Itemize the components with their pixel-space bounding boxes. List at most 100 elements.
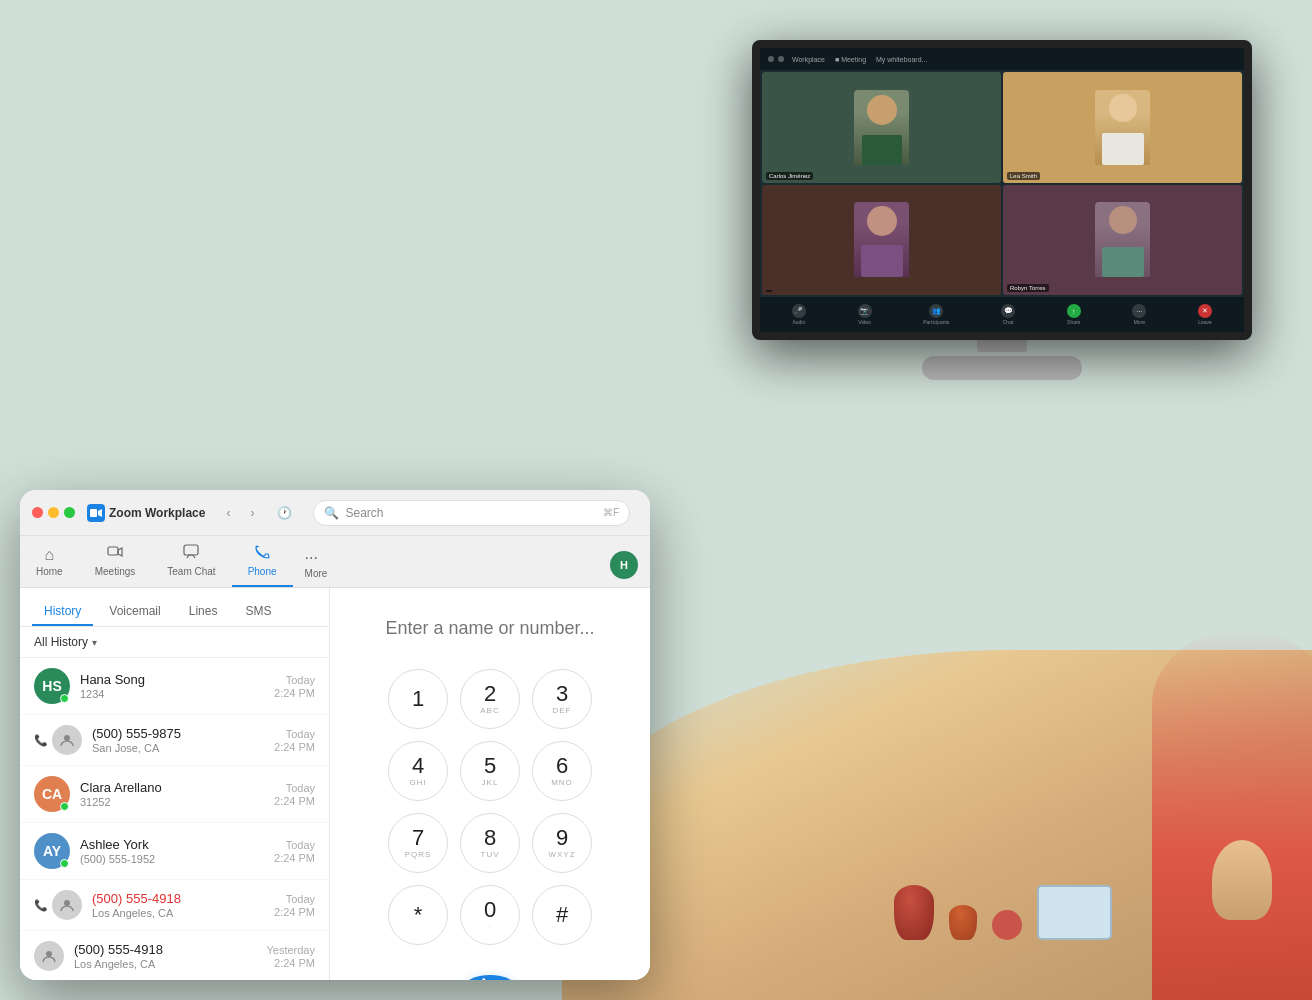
dialpad-key-5[interactable]: 5 JKL: [460, 741, 520, 801]
call-time-area: Today 2:24 PM: [274, 782, 315, 807]
tv-toolbar: Workplace ■ Meeting My whiteboard...: [760, 48, 1244, 70]
call-item[interactable]: 📞 (500) 555-4918 Los Angeles, CA Today 2…: [20, 880, 329, 931]
call-item[interactable]: 📞 (500) 555-9875 San Jose, CA Today 2:24…: [20, 715, 329, 766]
nav-item-home[interactable]: ⌂ Home: [20, 540, 79, 587]
svg-rect-0: [90, 509, 97, 517]
call-date: Today: [274, 893, 315, 905]
phone-tabs: History Voicemail Lines SMS: [20, 588, 329, 627]
key-alpha: TUV: [481, 850, 500, 859]
dialpad-key-1[interactable]: 1: [388, 669, 448, 729]
key-number: 0: [484, 899, 496, 921]
call-date: Today: [274, 839, 315, 851]
app-content: History Voicemail Lines SMS All History …: [20, 588, 650, 980]
participant-tile-2: Lea Smith: [1003, 72, 1242, 183]
dialpad-key-star[interactable]: *: [388, 885, 448, 945]
call-name: Hana Song: [80, 672, 264, 687]
call-sub: Los Angeles, CA: [92, 907, 264, 919]
dialpad-key-3[interactable]: 3 DEF: [532, 669, 592, 729]
dialpad-key-7[interactable]: 7 PQRS: [388, 813, 448, 873]
online-indicator: [60, 694, 69, 703]
search-bar[interactable]: 🔍 Search ⌘F: [313, 500, 630, 526]
participant-name-1: Carlos Jiménez: [766, 172, 813, 180]
tab-history[interactable]: History: [32, 598, 93, 626]
user-avatar-area[interactable]: H: [598, 543, 650, 587]
dialpad-input[interactable]: [350, 618, 630, 639]
call-item[interactable]: AY Ashlee York (500) 555-1952 Today 2:24…: [20, 823, 329, 880]
call-name: (500) 555-4918: [74, 942, 256, 957]
dialpad-key-8[interactable]: 8 TUV: [460, 813, 520, 873]
call-info: Ashlee York (500) 555-1952: [80, 837, 264, 865]
call-type-icon-area: 📞: [34, 725, 82, 755]
history-filter[interactable]: All History ▾: [20, 627, 329, 658]
key-alpha: GHI: [409, 778, 426, 787]
person-silhouette: [1112, 620, 1312, 1000]
nav-item-team-chat[interactable]: Team Chat: [151, 538, 231, 587]
call-time: 2:24 PM: [274, 795, 315, 807]
avatar: AY: [34, 833, 70, 869]
call-time: 2:24 PM: [274, 741, 315, 753]
call-item[interactable]: (500) 555-4918 Los Angeles, CA Yesterday…: [20, 931, 329, 980]
call-button[interactable]: [463, 975, 517, 980]
vase-large: [894, 885, 934, 940]
tv-ctrl-chat: 💬 Chat: [1001, 304, 1015, 325]
call-date: Today: [274, 728, 315, 740]
history-button[interactable]: 🕐: [271, 500, 297, 526]
minimize-button[interactable]: [48, 507, 59, 518]
zoom-logo-icon: [87, 504, 105, 522]
nav-item-phone[interactable]: Phone: [232, 538, 293, 587]
call-item[interactable]: HS Hana Song 1234 Today 2:24 PM: [20, 658, 329, 715]
vase-small: [949, 905, 977, 940]
key-number: 6: [556, 755, 568, 777]
call-time-area: Today 2:24 PM: [274, 893, 315, 918]
nav-forward-button[interactable]: ›: [241, 502, 263, 524]
home-icon: ⌂: [45, 546, 55, 564]
call-sub: San Jose, CA: [92, 742, 264, 754]
tv-speaker-bar: [922, 356, 1082, 380]
key-alpha: PQRS: [405, 850, 432, 859]
search-shortcut: ⌘F: [603, 507, 619, 518]
nav-more-button[interactable]: ··· More: [293, 541, 340, 587]
close-button[interactable]: [32, 507, 43, 518]
key-alpha: DEF: [553, 706, 572, 715]
phone-call-icon: 📞: [34, 899, 48, 912]
nav-team-chat-label: Team Chat: [167, 566, 215, 577]
dialpad-key-6[interactable]: 6 MNO: [532, 741, 592, 801]
participant-name-4: Robyn Torres: [1007, 284, 1049, 292]
traffic-lights: [32, 507, 75, 518]
key-number: #: [556, 904, 568, 926]
call-sub: (500) 555-1952: [80, 853, 264, 865]
tv-ctrl-leave: ✕ Leave: [1198, 304, 1212, 325]
dialpad-key-4[interactable]: 4 GHI: [388, 741, 448, 801]
nav-item-meetings[interactable]: Meetings: [79, 538, 152, 587]
online-indicator: [60, 802, 69, 811]
nav-back-button[interactable]: ‹: [217, 502, 239, 524]
tab-lines[interactable]: Lines: [177, 598, 230, 626]
call-item[interactable]: CA Clara Arellano 31252 Today 2:24 PM: [20, 766, 329, 823]
key-alpha: WXYZ: [548, 850, 575, 859]
call-info: (500) 555-9875 San Jose, CA: [92, 726, 264, 754]
svg-point-4: [64, 900, 70, 906]
maximize-button[interactable]: [64, 507, 75, 518]
tab-sms[interactable]: SMS: [233, 598, 283, 626]
dialpad-key-0[interactable]: 0 ·: [460, 885, 520, 945]
zoom-meeting-content: Workplace ■ Meeting My whiteboard... Car…: [760, 48, 1244, 332]
key-alpha: JKL: [482, 778, 499, 787]
filter-arrow-icon: ▾: [92, 637, 97, 648]
tv-tab-workplace: Workplace: [792, 56, 825, 63]
dialpad-key-2[interactable]: 2 ABC: [460, 669, 520, 729]
dialpad-key-hash[interactable]: #: [532, 885, 592, 945]
key-number: 8: [484, 827, 496, 849]
tab-voicemail[interactable]: Voicemail: [97, 598, 172, 626]
app-nav: ⌂ Home Meetings Team Chat: [20, 536, 650, 588]
participant-tile-3: [762, 185, 1001, 296]
meetings-icon: [107, 544, 123, 564]
phone-panel: History Voicemail Lines SMS All History …: [20, 588, 330, 980]
tv-ctrl-participants: 👥 Participants: [923, 304, 949, 325]
participant-name-2: Lea Smith: [1007, 172, 1040, 180]
dialpad-key-9[interactable]: 9 WXYZ: [532, 813, 592, 873]
svg-rect-1: [108, 547, 118, 555]
user-avatar: H: [610, 551, 638, 579]
online-indicator: [60, 859, 69, 868]
tv-ctrl-share: ↑ Share: [1067, 304, 1081, 325]
call-time: 2:24 PM: [266, 957, 315, 969]
